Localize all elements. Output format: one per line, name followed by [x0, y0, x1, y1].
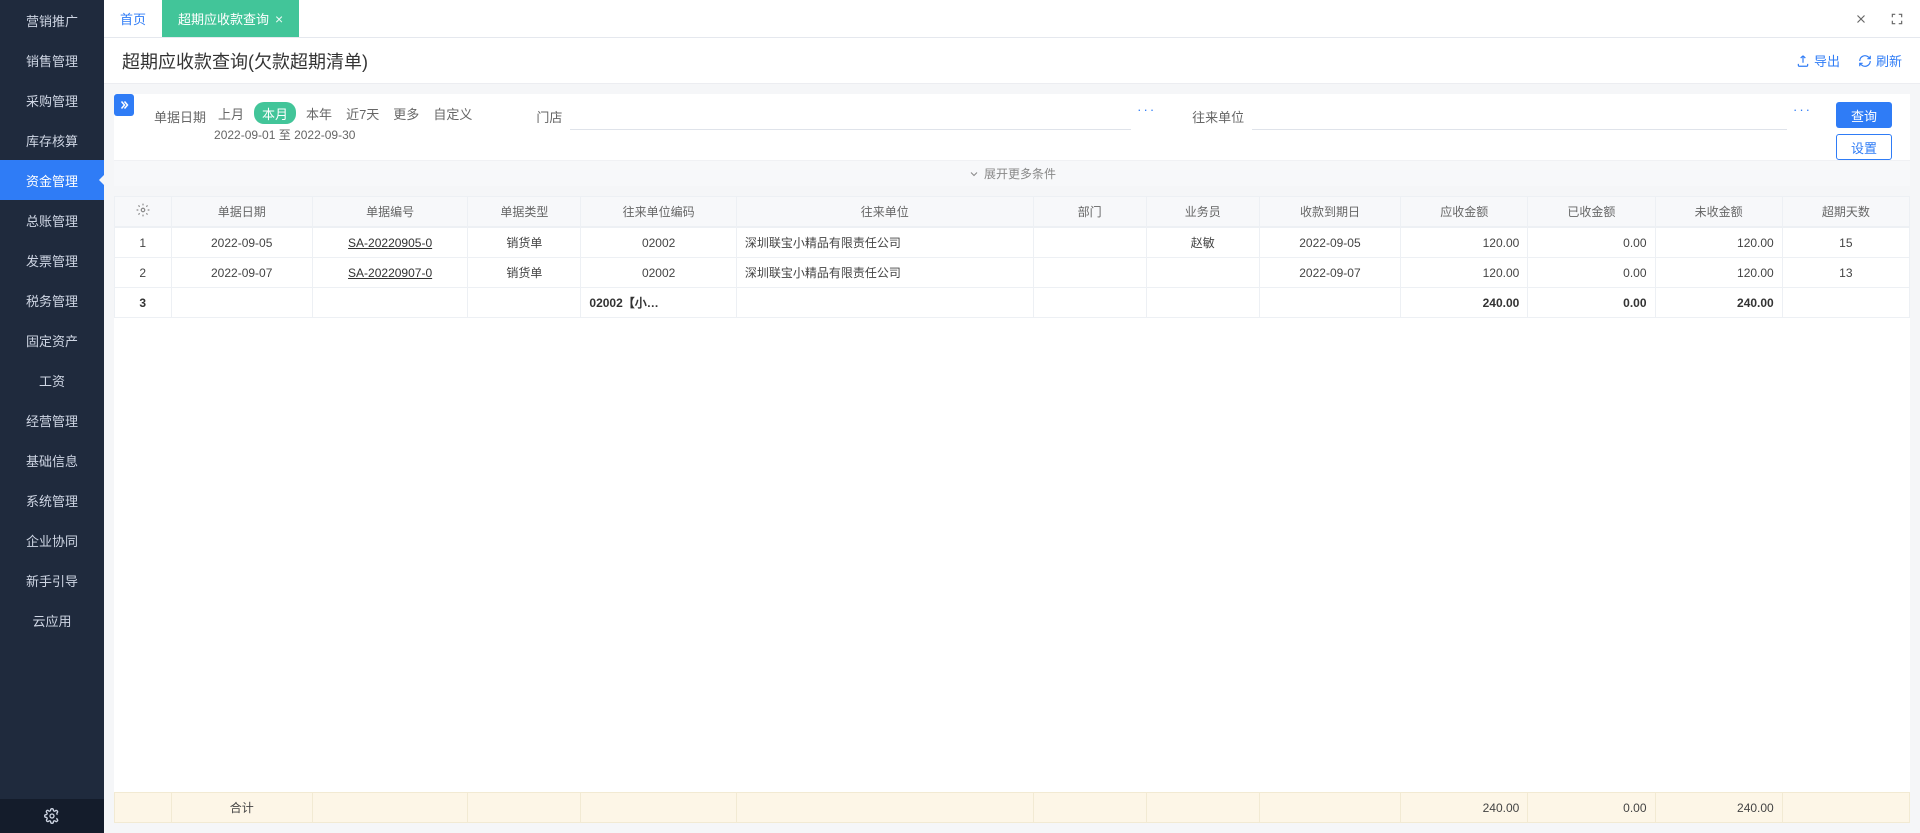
totals-label: 合计 [171, 793, 312, 823]
data-table: 单据日期单据编号单据类型往来单位编码往来单位部门业务员收款到期日应收金额已收金额… [114, 196, 1910, 823]
date-quick-this-year[interactable]: 本年 [302, 102, 336, 124]
expand-label: 展开更多条件 [984, 165, 1056, 182]
collapse-filters-button[interactable] [114, 94, 134, 116]
sidebar-item-7[interactable]: 税务管理 [0, 280, 104, 320]
sidebar-item-13[interactable]: 企业协同 [0, 520, 104, 560]
total-unreceived: 240.00 [1655, 793, 1782, 823]
tab-active[interactable]: 超期应收款查询 × [162, 0, 299, 37]
total-receivable: 240.00 [1401, 793, 1528, 823]
expand-icon [1890, 12, 1904, 26]
tab-label: 超期应收款查询 [178, 9, 269, 28]
tabs-bar: 首页 超期应收款查询 × [104, 0, 1920, 38]
page-header: 超期应收款查询(欠款超期清单) 导出 刷新 [104, 38, 1920, 84]
table-row[interactable]: 12022-09-05SA-20220905-0销货单02002深圳联宝小精品有… [115, 228, 1910, 258]
col-header-9[interactable]: 应收金额 [1401, 197, 1528, 227]
store-label: 门店 [536, 102, 570, 130]
date-quick-last7[interactable]: 近7天 [342, 102, 383, 124]
subtotal-row: 302002【小…240.000.00240.00 [115, 288, 1910, 318]
refresh-icon [1858, 54, 1872, 68]
col-header-5[interactable]: 往来单位 [736, 197, 1033, 227]
sidebar-item-2[interactable]: 采购管理 [0, 80, 104, 120]
chevron-down-icon [968, 168, 980, 180]
export-label: 导出 [1814, 51, 1840, 70]
sidebar-item-1[interactable]: 销售管理 [0, 40, 104, 80]
sidebar-item-12[interactable]: 系统管理 [0, 480, 104, 520]
doc-link[interactable]: SA-20220907-0 [312, 258, 467, 288]
sidebar-item-15[interactable]: 云应用 [0, 600, 104, 640]
table-row[interactable]: 22022-09-07SA-20220907-0销货单02002深圳联宝小精品有… [115, 258, 1910, 288]
export-button[interactable]: 导出 [1796, 51, 1840, 70]
col-header-3[interactable]: 单据类型 [468, 197, 581, 227]
gear-icon [136, 203, 150, 217]
col-header-8[interactable]: 收款到期日 [1259, 197, 1400, 227]
sidebar-item-4[interactable]: 资金管理 [0, 160, 104, 200]
page-title: 超期应收款查询(欠款超期清单) [122, 48, 1796, 74]
date-quick-custom[interactable]: 自定义 [429, 102, 476, 124]
date-quick-last-month[interactable]: 上月 [214, 102, 248, 124]
sidebar-item-10[interactable]: 经营管理 [0, 400, 104, 440]
col-header-7[interactable]: 业务员 [1146, 197, 1259, 227]
party-label: 往来单位 [1192, 102, 1252, 130]
party-input[interactable] [1252, 108, 1787, 123]
col-header-12[interactable]: 超期天数 [1782, 197, 1909, 227]
col-header-4[interactable]: 往来单位编码 [581, 197, 736, 227]
close-panel-button[interactable] [1848, 6, 1874, 32]
tab-label: 首页 [120, 9, 146, 28]
sidebar-item-5[interactable]: 总账管理 [0, 200, 104, 240]
export-icon [1796, 54, 1810, 68]
x-icon [1854, 12, 1868, 26]
sidebar-item-3[interactable]: 库存核算 [0, 120, 104, 160]
refresh-button[interactable]: 刷新 [1858, 51, 1902, 70]
chevron-right-icon [118, 99, 130, 111]
party-more-button[interactable]: ··· [1787, 102, 1818, 117]
totals-row: 合计 240.00 0.00 240.00 [115, 793, 1910, 823]
doc-link[interactable]: SA-20220905-0 [312, 228, 467, 258]
fullscreen-button[interactable] [1884, 6, 1910, 32]
sidebar-item-8[interactable]: 固定资产 [0, 320, 104, 360]
col-header-2[interactable]: 单据编号 [312, 197, 467, 227]
sidebar-item-0[interactable]: 营销推广 [0, 0, 104, 40]
date-quick-this-month[interactable]: 本月 [254, 102, 296, 124]
col-header-10[interactable]: 已收金额 [1528, 197, 1655, 227]
store-more-button[interactable]: ··· [1131, 102, 1162, 117]
sidebar-item-9[interactable]: 工资 [0, 360, 104, 400]
date-label: 单据日期 [154, 102, 214, 130]
settings-button[interactable]: 设置 [1836, 134, 1892, 160]
query-button[interactable]: 查询 [1836, 102, 1892, 128]
close-icon[interactable]: × [275, 12, 283, 26]
date-range-display: 2022-09-01 至 2022-09-30 [214, 126, 476, 143]
date-quick-more[interactable]: 更多 [389, 102, 423, 124]
sidebar-settings[interactable] [0, 799, 104, 833]
col-header-0[interactable] [115, 197, 172, 227]
sidebar-item-11[interactable]: 基础信息 [0, 440, 104, 480]
filter-bar: 单据日期 上月 本月 本年 近7天 更多 自定义 2022-09-01 至 20… [114, 94, 1910, 160]
col-header-1[interactable]: 单据日期 [171, 197, 312, 227]
total-received: 0.00 [1528, 793, 1655, 823]
col-header-11[interactable]: 未收金额 [1655, 197, 1782, 227]
refresh-label: 刷新 [1876, 51, 1902, 70]
tab-home[interactable]: 首页 [104, 0, 162, 37]
gear-icon [44, 808, 60, 824]
store-input[interactable] [570, 108, 1131, 123]
col-header-6[interactable]: 部门 [1033, 197, 1146, 227]
expand-conditions-button[interactable]: 展开更多条件 [114, 160, 1910, 186]
sidebar-item-14[interactable]: 新手引导 [0, 560, 104, 600]
sidebar-item-6[interactable]: 发票管理 [0, 240, 104, 280]
sidebar: 营销推广销售管理采购管理库存核算资金管理总账管理发票管理税务管理固定资产工资经营… [0, 0, 104, 833]
